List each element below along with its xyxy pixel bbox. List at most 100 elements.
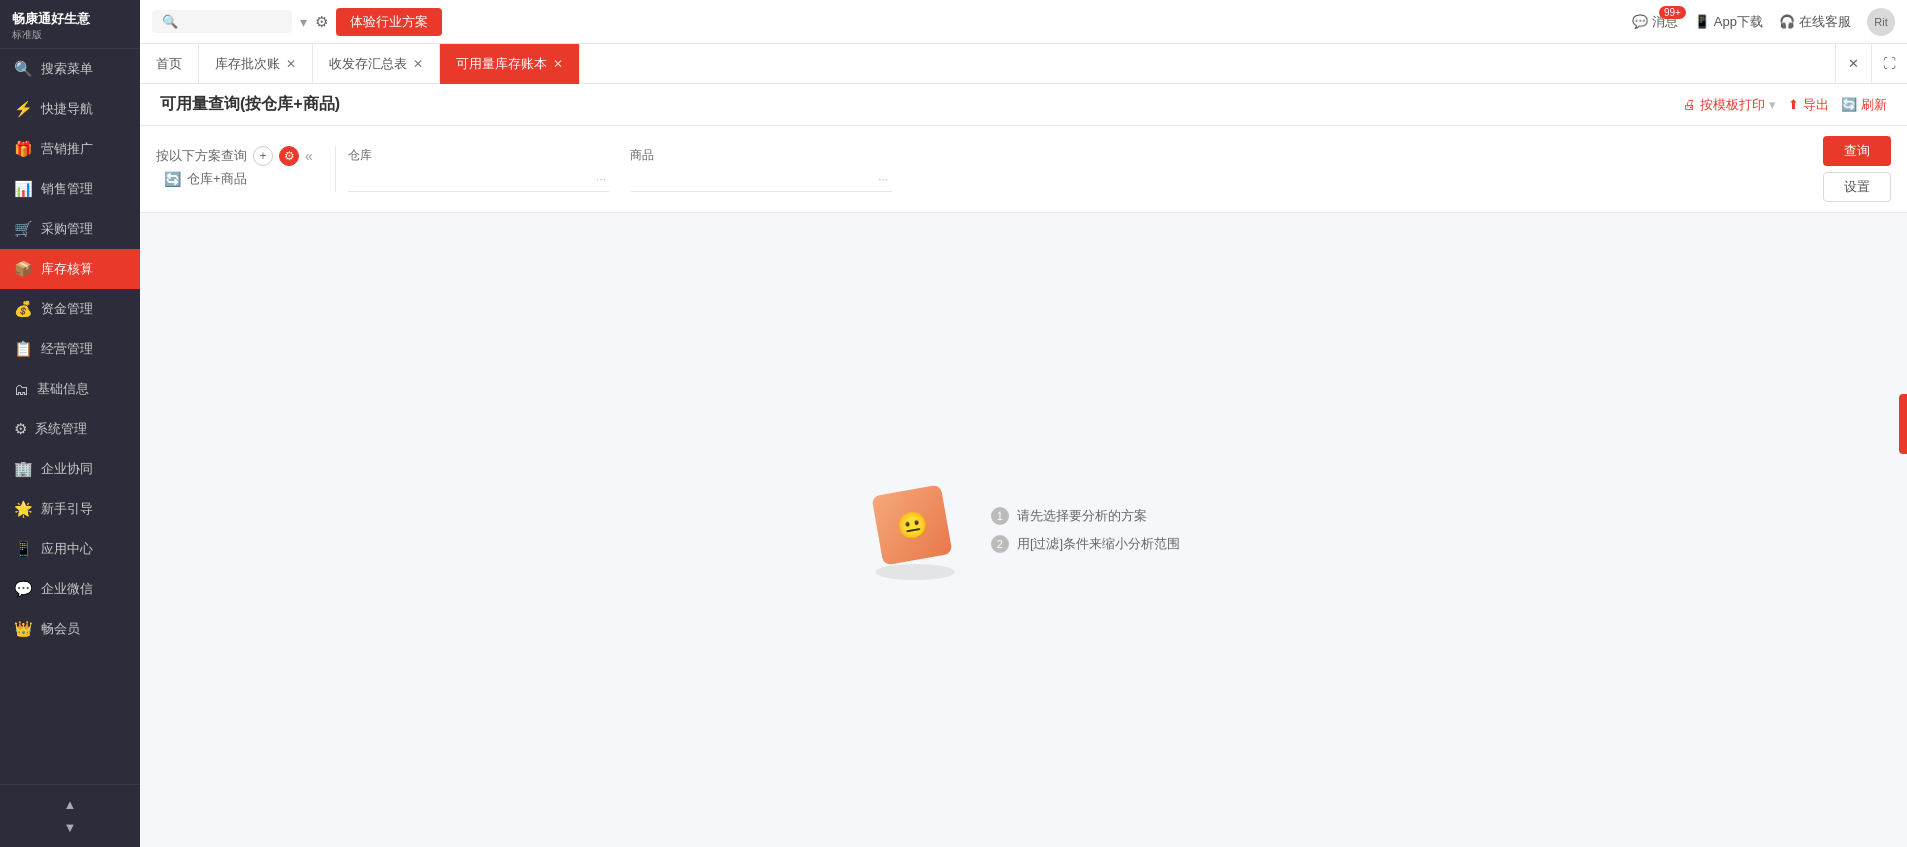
newguide-icon: 🌟 — [14, 500, 33, 518]
sidebar-item-inventory[interactable]: 📦 库存核算 — [0, 249, 140, 289]
print-label: 按模板打印 — [1700, 96, 1765, 114]
tab-inventory-summary[interactable]: 收发存汇总表 ✕ — [313, 44, 440, 84]
sidebar-item-marketing[interactable]: 🎁 营销推广 — [0, 129, 140, 169]
tab-available-qty-close[interactable]: ✕ — [553, 57, 563, 71]
sidebar-item-label: 快捷导航 — [41, 100, 93, 118]
sidebar-item-quicknav[interactable]: ⚡ 快捷导航 — [0, 89, 140, 129]
logo-title: 畅康通好生意 — [12, 10, 128, 28]
app-download-label: App下载 — [1714, 13, 1763, 31]
tab-inventory-summary-label: 收发存汇总表 — [329, 55, 407, 73]
topbar: 🔍 ▾ ⚙ 体验行业方案 💬 消息 99+ 📱 App下载 🎧 在线客服 — [140, 0, 1907, 44]
sidebar-item-label: 新手引导 — [41, 500, 93, 518]
tab-available-qty-label: 可用量库存账本 — [456, 55, 547, 73]
tab-batchaccount-label: 库存批次账 — [215, 55, 280, 73]
sidebar-item-enterprise[interactable]: 🏢 企业协同 — [0, 449, 140, 489]
print-btn[interactable]: 🖨 按模板打印 ▾ — [1683, 96, 1776, 114]
query-row: 按以下方案查询 + ⚙ « 🔄 仓库+商品 仓库 — [156, 136, 1891, 202]
sidebar-item-finance[interactable]: 💰 资金管理 — [0, 289, 140, 329]
scheme-item-warehouse-product[interactable]: 🔄 仓库+商品 — [156, 166, 323, 192]
hint-2-text: 用[过滤]条件来缩小分析范围 — [1017, 535, 1180, 553]
purchase-icon: 🛒 — [14, 220, 33, 238]
hint-1-text: 请先选择要分析的方案 — [1017, 507, 1147, 525]
print-icon: 🖨 — [1683, 97, 1696, 112]
app-download-btn[interactable]: 📱 App下载 — [1694, 13, 1763, 31]
search-input[interactable] — [182, 15, 282, 29]
sidebar-menu: 🔍 搜索菜单 ⚡ 快捷导航 🎁 营销推广 📊 销售管理 🛒 采购管理 📦 — [0, 49, 140, 784]
scheme-item-label: 仓库+商品 — [187, 170, 247, 188]
appcenter-icon: 📱 — [14, 540, 33, 558]
empty-hints: 1 请先选择要分析的方案 2 用[过滤]条件来缩小分析范围 — [991, 507, 1180, 553]
product-input[interactable] — [634, 172, 874, 187]
message-btn[interactable]: 💬 消息 99+ — [1632, 13, 1678, 31]
query-area: 按以下方案查询 + ⚙ « 🔄 仓库+商品 仓库 — [140, 126, 1907, 213]
add-scheme-btn[interactable]: + — [253, 146, 273, 166]
query-field-product: 商品 ··· — [630, 147, 892, 192]
empty-illustration: 😐 — [867, 480, 967, 580]
gear-icon[interactable]: ⚙ — [315, 13, 328, 31]
sidebar-item-search[interactable]: 🔍 搜索菜单 — [0, 49, 140, 89]
sidebar-item-wechat[interactable]: 💬 企业微信 — [0, 569, 140, 609]
hint-2: 2 用[过滤]条件来缩小分析范围 — [991, 535, 1180, 553]
sidebar-item-newguide[interactable]: 🌟 新手引导 — [0, 489, 140, 529]
sidebar-item-system[interactable]: ⚙ 系统管理 — [0, 409, 140, 449]
sales-icon: 📊 — [14, 180, 33, 198]
sidebar-item-operation[interactable]: 📋 经营管理 — [0, 329, 140, 369]
sidebar-item-label: 采购管理 — [41, 220, 93, 238]
scheme-settings-btn[interactable]: ⚙ — [279, 146, 299, 166]
tab-home[interactable]: 首页 — [140, 44, 199, 84]
sidebar-item-appcenter[interactable]: 📱 应用中心 — [0, 529, 140, 569]
sidebar-item-label: 销售管理 — [41, 180, 93, 198]
tab-available-qty[interactable]: 可用量库存账本 ✕ — [440, 44, 580, 84]
sidebar-item-label: 经营管理 — [41, 340, 93, 358]
logo: 畅康通好生意 标准版 — [0, 0, 140, 49]
sidebar-scroll-up[interactable]: ▲ — [0, 793, 140, 816]
topbar-right: 💬 消息 99+ 📱 App下载 🎧 在线客服 Rit — [1632, 8, 1895, 36]
sidebar-scroll-down[interactable]: ▼ — [0, 816, 140, 839]
export-btn[interactable]: ⬆ 导出 — [1788, 96, 1829, 114]
avatar: Rit — [1867, 8, 1895, 36]
maximize-btn[interactable]: ⛶ — [1871, 44, 1907, 84]
enterprise-icon: 🏢 — [14, 460, 33, 478]
search-icon: 🔍 — [14, 60, 33, 78]
collapse-icon[interactable]: « — [305, 148, 313, 164]
sidebar-item-member[interactable]: 👑 畅会员 — [0, 609, 140, 649]
online-service-btn[interactable]: 🎧 在线客服 — [1779, 13, 1851, 31]
sidebar-item-label: 营销推广 — [41, 140, 93, 158]
product-more-icon[interactable]: ··· — [878, 172, 888, 186]
warehouse-input[interactable] — [352, 172, 592, 187]
sidebar-item-label: 系统管理 — [35, 420, 87, 438]
sidebar-item-label: 基础信息 — [37, 380, 89, 398]
user-name: Rit — [1874, 16, 1887, 28]
industry-btn[interactable]: 体验行业方案 — [336, 8, 442, 36]
refresh-btn[interactable]: 🔄 刷新 — [1841, 96, 1887, 114]
sidebar-item-label: 畅会员 — [41, 620, 80, 638]
main-content: 🔍 ▾ ⚙ 体验行业方案 💬 消息 99+ 📱 App下载 🎧 在线客服 — [140, 0, 1907, 847]
dropdown-arrow-icon[interactable]: ▾ — [300, 14, 307, 30]
sidebar-item-sales[interactable]: 📊 销售管理 — [0, 169, 140, 209]
sidebar-item-label: 搜索菜单 — [41, 60, 93, 78]
scheme-icon: 🔄 — [164, 171, 181, 187]
right-scroll-edge — [1899, 394, 1907, 454]
settings-btn[interactable]: 设置 — [1823, 172, 1891, 202]
tab-batchaccount[interactable]: 库存批次账 ✕ — [199, 44, 313, 84]
scheme-label-text: 按以下方案查询 — [156, 147, 247, 165]
empty-face-icon: 😐 — [893, 507, 930, 543]
tab-inventory-summary-close[interactable]: ✕ — [413, 57, 423, 71]
print-dropdown-icon[interactable]: ▾ — [1769, 97, 1776, 112]
sidebar-item-purchase[interactable]: 🛒 采购管理 — [0, 209, 140, 249]
close-tab-btn[interactable]: ✕ — [1835, 44, 1871, 84]
topbar-search[interactable]: 🔍 — [152, 10, 292, 33]
sidebar-item-label: 应用中心 — [41, 540, 93, 558]
query-btn[interactable]: 查询 — [1823, 136, 1891, 166]
tab-batchaccount-close[interactable]: ✕ — [286, 57, 296, 71]
tab-home-label: 首页 — [156, 55, 182, 73]
user-avatar-btn[interactable]: Rit — [1867, 8, 1895, 36]
warehouse-more-icon[interactable]: ··· — [596, 172, 606, 186]
system-icon: ⚙ — [14, 420, 27, 438]
sidebar-item-label: 企业微信 — [41, 580, 93, 598]
sidebar-bottom: ▲ ▼ — [0, 784, 140, 847]
tabbar-actions: ✕ ⛶ — [1835, 44, 1907, 84]
sidebar-item-label: 库存核算 — [41, 260, 93, 278]
tabbar: 首页 库存批次账 ✕ 收发存汇总表 ✕ 可用量库存账本 ✕ ✕ ⛶ — [140, 44, 1907, 84]
sidebar-item-base[interactable]: 🗂 基础信息 — [0, 369, 140, 409]
